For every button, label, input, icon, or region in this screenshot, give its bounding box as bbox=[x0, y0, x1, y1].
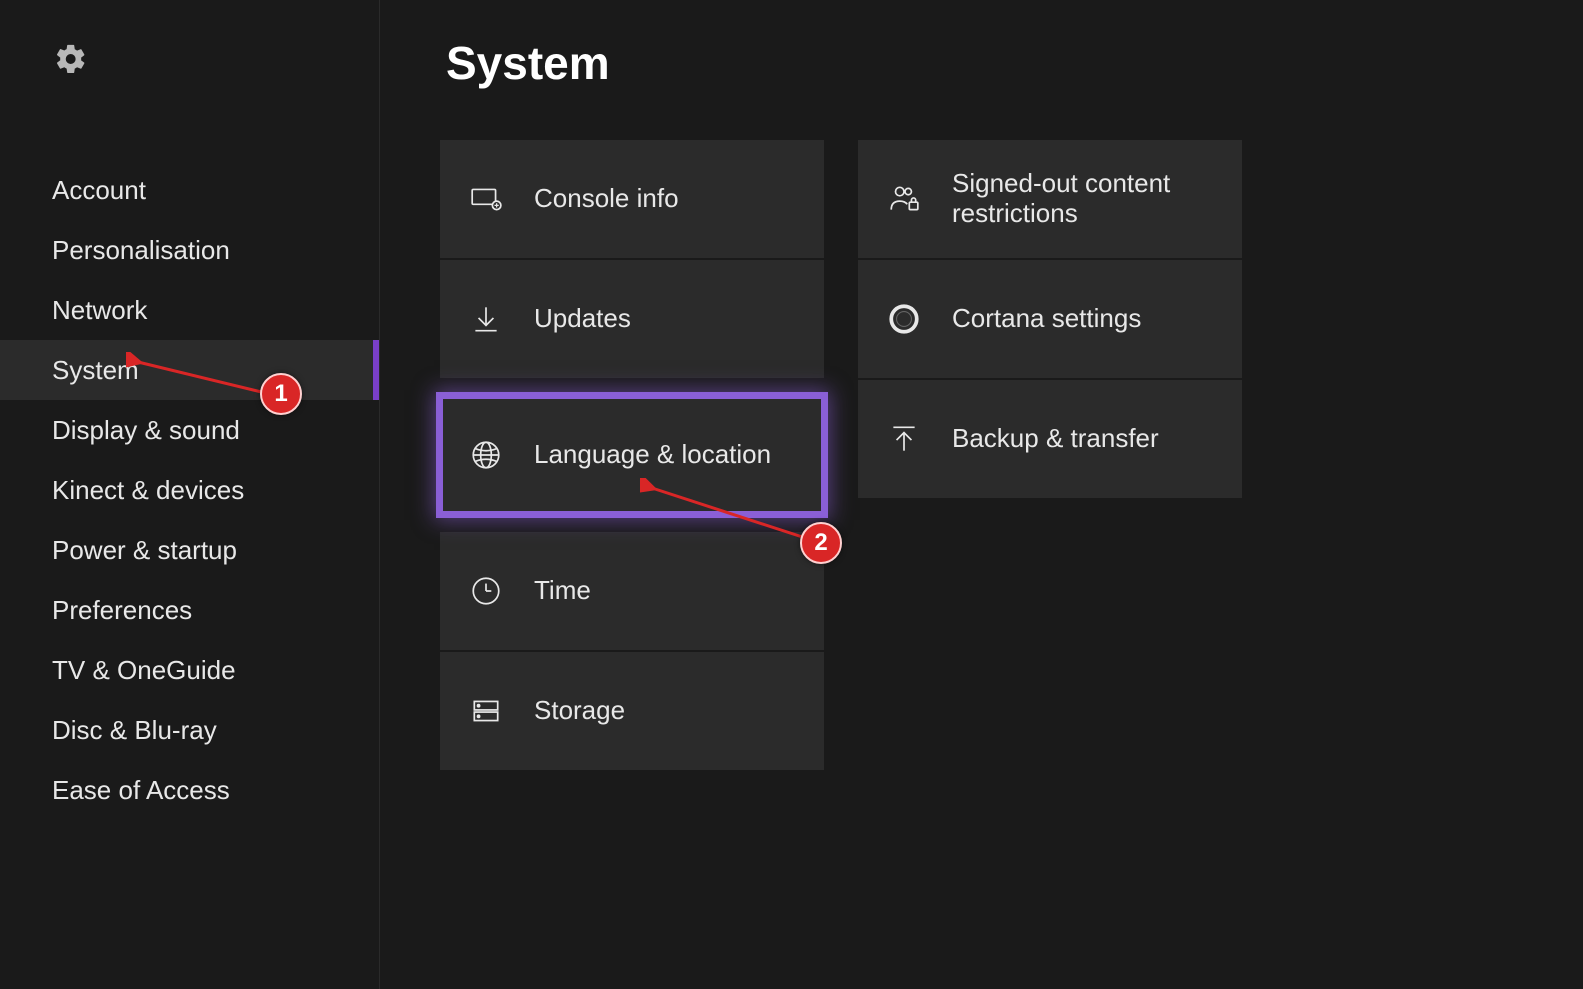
sidebar-item-label: TV & OneGuide bbox=[52, 655, 236, 686]
sidebar-item-label: Power & startup bbox=[52, 535, 237, 566]
tile-console-info[interactable]: Console info bbox=[440, 140, 824, 258]
page-title: System bbox=[446, 36, 1523, 90]
sidebar-item-label: Personalisation bbox=[52, 235, 230, 266]
sidebar-item-kinect-devices[interactable]: Kinect & devices bbox=[0, 460, 379, 520]
people-lock-icon bbox=[886, 181, 922, 217]
sidebar-item-disc-bluray[interactable]: Disc & Blu-ray bbox=[0, 700, 379, 760]
storage-icon bbox=[468, 693, 504, 729]
sidebar-item-label: Kinect & devices bbox=[52, 475, 244, 506]
sidebar-item-label: Network bbox=[52, 295, 147, 326]
tile-updates[interactable]: Updates bbox=[440, 260, 824, 378]
sidebar-item-personalisation[interactable]: Personalisation bbox=[0, 220, 379, 280]
clock-icon bbox=[468, 573, 504, 609]
console-icon bbox=[468, 181, 504, 217]
sidebar-item-network[interactable]: Network bbox=[0, 280, 379, 340]
sidebar-item-preferences[interactable]: Preferences bbox=[0, 580, 379, 640]
tile-label: Updates bbox=[534, 304, 631, 334]
tile-cortana-settings[interactable]: Cortana settings bbox=[858, 260, 1242, 378]
tile-label: Console info bbox=[534, 184, 679, 214]
globe-icon bbox=[468, 437, 504, 473]
sidebar-item-label: Display & sound bbox=[52, 415, 240, 446]
sidebar-item-power-startup[interactable]: Power & startup bbox=[0, 520, 379, 580]
tile-storage[interactable]: Storage bbox=[440, 652, 824, 770]
tile-label: Language & location bbox=[534, 440, 771, 470]
sidebar: Account Personalisation Network System D… bbox=[0, 0, 380, 989]
settings-header bbox=[0, 0, 379, 120]
upload-icon bbox=[886, 421, 922, 457]
sidebar-item-ease-of-access[interactable]: Ease of Access bbox=[0, 760, 379, 820]
sidebar-item-system[interactable]: System bbox=[0, 340, 379, 400]
tile-grid: Console info Updates Language & location… bbox=[440, 140, 1523, 770]
tile-backup-transfer[interactable]: Backup & transfer bbox=[858, 380, 1242, 498]
sidebar-item-label: Account bbox=[52, 175, 146, 206]
tile-time[interactable]: Time bbox=[440, 532, 824, 650]
tile-language-location[interactable]: Language & location bbox=[440, 396, 824, 514]
tile-label: Time bbox=[534, 576, 591, 606]
tile-label: Signed-out content restrictions bbox=[952, 169, 1214, 229]
download-icon bbox=[468, 301, 504, 337]
sidebar-item-label: System bbox=[52, 355, 139, 386]
cortana-icon bbox=[886, 301, 922, 337]
sidebar-item-label: Ease of Access bbox=[52, 775, 230, 806]
sidebar-item-label: Preferences bbox=[52, 595, 192, 626]
gear-icon bbox=[54, 63, 88, 80]
sidebar-item-label: Disc & Blu-ray bbox=[52, 715, 217, 746]
tile-column-1: Console info Updates Language & location… bbox=[440, 140, 824, 770]
sidebar-item-display-sound[interactable]: Display & sound bbox=[0, 400, 379, 460]
main-content: System Console info Updates Language & l… bbox=[380, 0, 1583, 989]
tile-label: Backup & transfer bbox=[952, 424, 1159, 454]
sidebar-item-tv-oneguide[interactable]: TV & OneGuide bbox=[0, 640, 379, 700]
sidebar-item-account[interactable]: Account bbox=[0, 160, 379, 220]
tile-label: Cortana settings bbox=[952, 304, 1141, 334]
tile-column-2: Signed-out content restrictions Cortana … bbox=[858, 140, 1242, 770]
tile-signed-out-restrictions[interactable]: Signed-out content restrictions bbox=[858, 140, 1242, 258]
sidebar-nav: Account Personalisation Network System D… bbox=[0, 160, 379, 820]
tile-label: Storage bbox=[534, 696, 625, 726]
